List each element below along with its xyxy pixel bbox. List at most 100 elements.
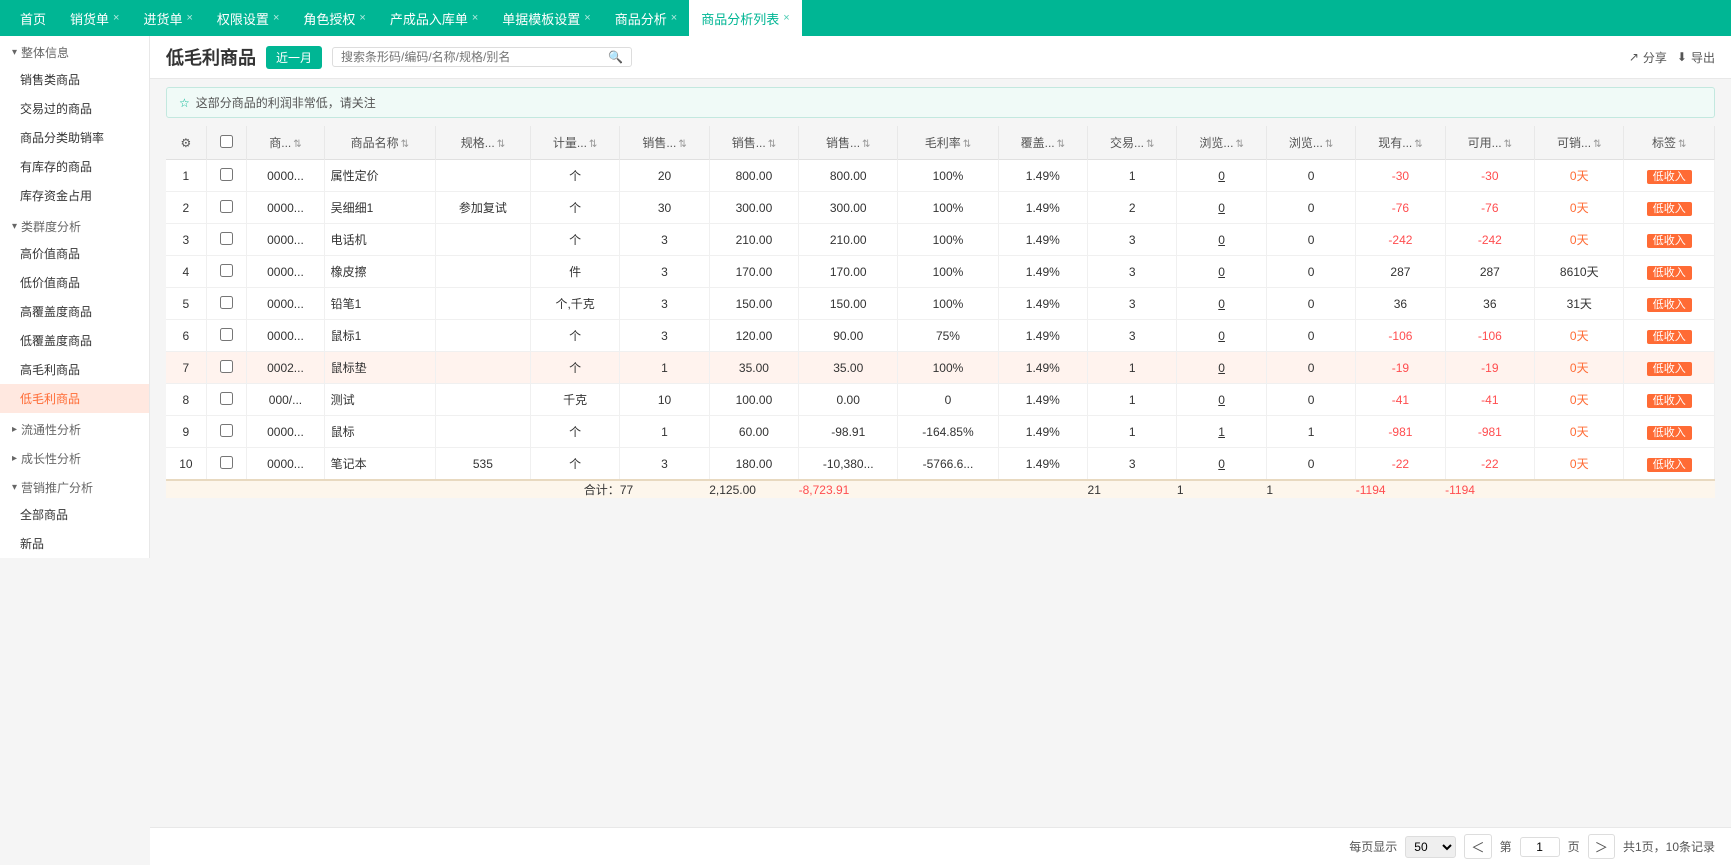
column-header-sales_amount[interactable]: 销售...⇅ [709, 126, 798, 160]
per-page-label: 每页显示 [1349, 838, 1397, 855]
nav-item-销货单[interactable]: 销货单× [58, 0, 131, 36]
page-number-input[interactable] [1520, 837, 1560, 857]
tag-badge: 低收入 [1647, 202, 1692, 216]
sidebar-item-销售类商品[interactable]: 销售类商品 [0, 65, 149, 94]
sidebar-item-商品分类助销率[interactable]: 商品分类助销率 [0, 123, 149, 152]
total-cell-5 [998, 480, 1087, 498]
column-header-coverage[interactable]: 覆盖...⇅ [998, 126, 1087, 160]
share-button[interactable]: ↗ 分享 [1629, 49, 1667, 66]
nav-item-首页[interactable]: 首页 [8, 0, 58, 36]
row-checkbox[interactable] [220, 232, 233, 245]
view-link[interactable]: 0 [1218, 169, 1225, 183]
export-button[interactable]: ⬇ 导出 [1677, 49, 1715, 66]
row-checkbox[interactable] [220, 296, 233, 309]
sidebar-item-高价值商品[interactable]: 高价值商品 [0, 239, 149, 268]
view-link[interactable]: 0 [1218, 265, 1225, 279]
sidebar-item-交易过的商品[interactable]: 交易过的商品 [0, 94, 149, 123]
view-link[interactable]: 0 [1218, 233, 1225, 247]
view-link[interactable]: 0 [1218, 393, 1225, 407]
cell-spec [435, 160, 530, 192]
close-tab-icon[interactable]: × [584, 12, 590, 24]
column-header-view1[interactable]: 浏览...⇅ [1177, 126, 1266, 160]
sidebar: ▾整体信息销售类商品交易过的商品商品分类助销率有库存的商品库存资金占用▾类群度分… [0, 36, 150, 558]
sidebar-group-流通性分析[interactable]: ▸流通性分析 [0, 413, 149, 442]
sidebar-item-低价值商品[interactable]: 低价值商品 [0, 268, 149, 297]
column-header-view2[interactable]: 浏览...⇅ [1266, 126, 1355, 160]
close-tab-icon[interactable]: × [472, 12, 478, 24]
row-checkbox[interactable] [220, 264, 233, 277]
close-tab-icon[interactable]: × [359, 12, 365, 24]
row-checkbox[interactable] [220, 360, 233, 373]
sidebar-item-有库存的商品[interactable]: 有库存的商品 [0, 152, 149, 181]
column-header-current_stock[interactable]: 现有...⇅ [1356, 126, 1445, 160]
view-link[interactable]: 0 [1218, 297, 1225, 311]
close-tab-icon[interactable]: × [113, 12, 119, 24]
search-icon[interactable]: 🔍 [608, 50, 623, 64]
row-checkbox[interactable] [220, 168, 233, 181]
nav-item-商品分析[interactable]: 商品分析× [603, 0, 689, 36]
sidebar-item-高覆盖度商品[interactable]: 高覆盖度商品 [0, 297, 149, 326]
page-label: 第 [1500, 838, 1512, 855]
column-header-gross_margin[interactable]: 毛利率⇅ [898, 126, 998, 160]
nav-item-产成品入库单[interactable]: 产成品入库单× [378, 0, 490, 36]
column-header-unit[interactable]: 计量...⇅ [530, 126, 619, 160]
close-tab-icon[interactable]: × [783, 12, 789, 24]
nav-item-权限设置[interactable]: 权限设置× [205, 0, 291, 36]
row-checkbox[interactable] [220, 328, 233, 341]
column-header-code[interactable]: 商...⇅ [247, 126, 324, 160]
row-checkbox[interactable] [220, 392, 233, 405]
sidebar-group-整体信息[interactable]: ▾整体信息 [0, 36, 149, 65]
nav-item-角色授权[interactable]: 角色授权× [291, 0, 377, 36]
nav-item-单据模板设置[interactable]: 单据模板设置× [490, 0, 602, 36]
view-link[interactable]: 0 [1218, 457, 1225, 471]
column-header-available_stock[interactable]: 可用...⇅ [1445, 126, 1534, 160]
sidebar-item-新品[interactable]: 新品 [0, 529, 149, 558]
view-link[interactable]: 1 [1218, 425, 1225, 439]
cell-coverage: 1.49% [998, 448, 1087, 481]
cell-view2: 0 [1266, 224, 1355, 256]
cell-available_stock: -22 [1445, 448, 1534, 481]
cell-view1: 0 [1177, 320, 1266, 352]
table-row: 50000...铅笔1个,千克3150.00150.00100%1.49%300… [166, 288, 1715, 320]
view-link[interactable]: 0 [1218, 201, 1225, 215]
sidebar-item-高毛利商品[interactable]: 高毛利商品 [0, 355, 149, 384]
cell-checkbox [206, 448, 246, 481]
sidebar-group-label: 流通性分析 [21, 421, 81, 438]
sidebar-item-库存资金占用[interactable]: 库存资金占用 [0, 181, 149, 210]
search-input[interactable] [341, 50, 608, 64]
sidebar-item-低覆盖度商品[interactable]: 低覆盖度商品 [0, 326, 149, 355]
close-tab-icon[interactable]: × [273, 12, 279, 24]
sidebar-item-低毛利商品[interactable]: 低毛利商品 [0, 384, 149, 413]
column-header-spec[interactable]: 规格...⇅ [435, 126, 530, 160]
column-header-name[interactable]: 商品名称⇅ [324, 126, 435, 160]
sidebar-group-成长性分析[interactable]: ▸成长性分析 [0, 442, 149, 471]
cell-unit: 个 [530, 416, 619, 448]
row-checkbox[interactable] [220, 456, 233, 469]
chevron-icon: ▸ [12, 453, 17, 464]
cell-sales_profit: 800.00 [799, 160, 898, 192]
per-page-select[interactable]: 50 100 200 [1405, 836, 1456, 858]
close-tab-icon[interactable]: × [671, 12, 677, 24]
row-checkbox[interactable] [220, 424, 233, 437]
column-header-sales_profit[interactable]: 销售...⇅ [799, 126, 898, 160]
next-page-button[interactable]: ＞ [1588, 834, 1615, 859]
close-tab-icon[interactable]: × [186, 12, 192, 24]
column-header-sellable_days[interactable]: 可销...⇅ [1535, 126, 1624, 160]
nav-item-进货单[interactable]: 进货单× [131, 0, 204, 36]
nav-item-商品分析列表[interactable]: 商品分析列表× [689, 0, 801, 36]
column-header-transaction[interactable]: 交易...⇅ [1088, 126, 1177, 160]
date-filter-button[interactable]: 近一月 [266, 46, 322, 69]
sidebar-item-全部商品[interactable]: 全部商品 [0, 500, 149, 529]
cell-available_stock: 287 [1445, 256, 1534, 288]
cell-current_stock: -19 [1356, 352, 1445, 384]
select-all-checkbox[interactable] [220, 135, 233, 148]
sidebar-group-营销推广分析[interactable]: ▾营销推广分析 [0, 471, 149, 500]
prev-page-button[interactable]: ＜ [1464, 834, 1491, 859]
view-link[interactable]: 0 [1218, 329, 1225, 343]
column-header-tag[interactable]: 标签⇅ [1624, 126, 1715, 160]
row-checkbox[interactable] [220, 200, 233, 213]
view-link[interactable]: 0 [1218, 361, 1225, 375]
column-header-sales_count[interactable]: 销售...⇅ [620, 126, 709, 160]
cell-unit: 个,千克 [530, 288, 619, 320]
sidebar-group-类群度分析[interactable]: ▾类群度分析 [0, 210, 149, 239]
